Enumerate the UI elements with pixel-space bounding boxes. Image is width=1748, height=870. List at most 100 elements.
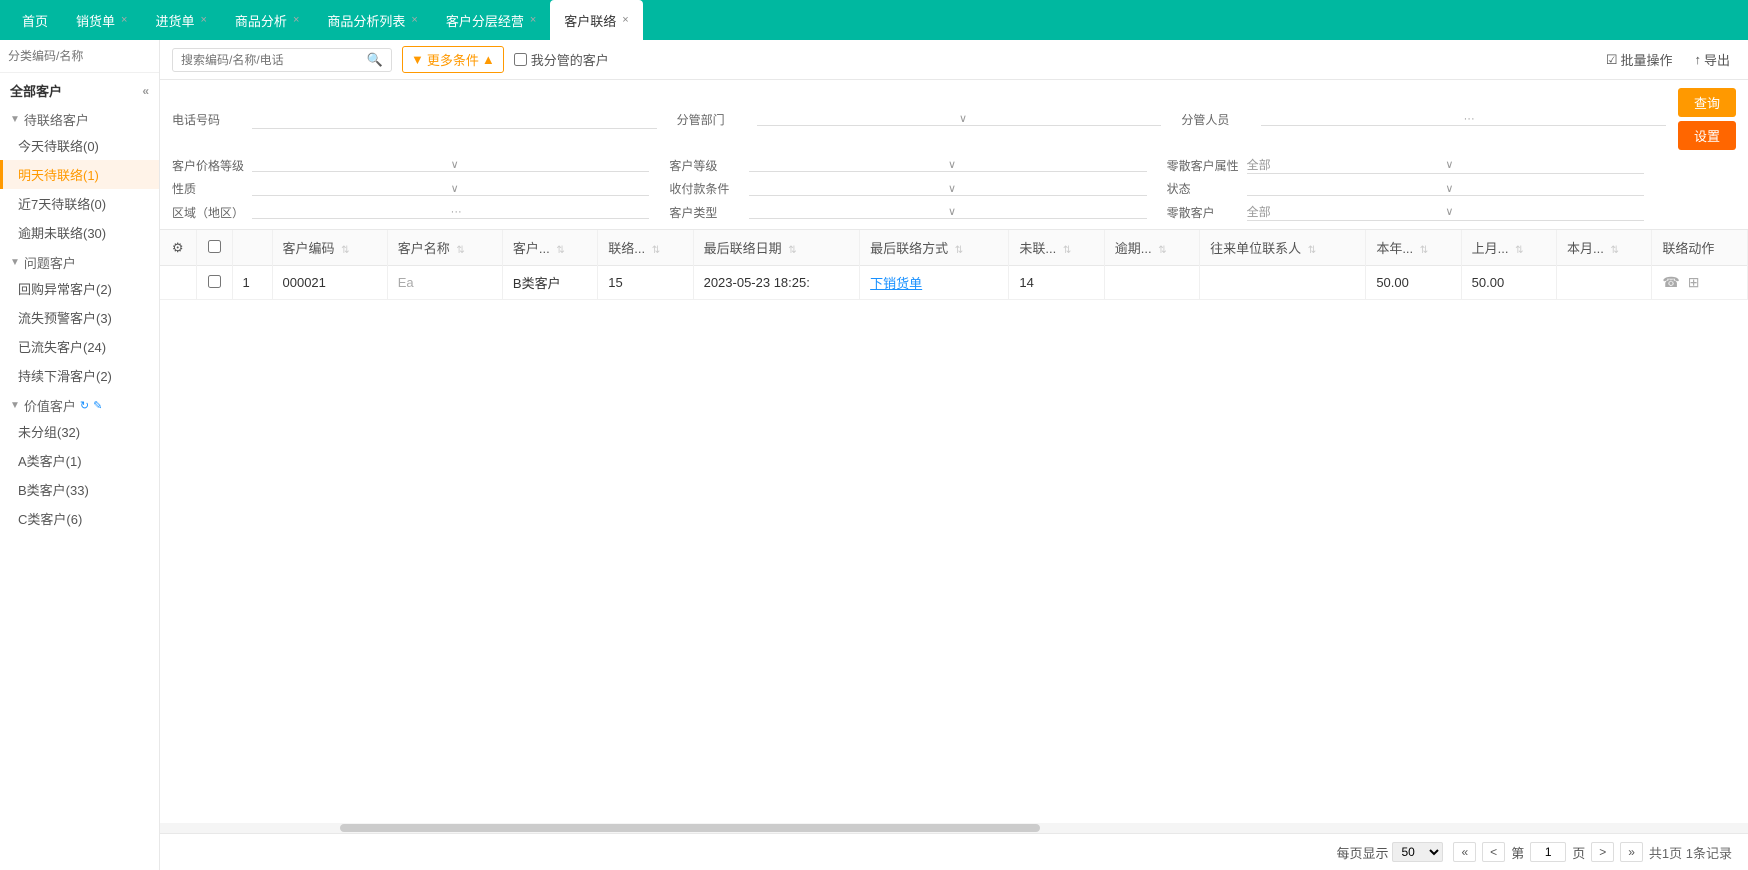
main-layout: 🔍 全部客户 « 待联络客户 今天待联络(0) 明天待联络(1) 近7天待联络(… bbox=[0, 40, 1748, 870]
nav-product-analysis[interactable]: 商品分析 × bbox=[221, 0, 313, 40]
nav-customer-segment[interactable]: 客户分层经营 × bbox=[432, 0, 550, 40]
query-button[interactable]: 查询 bbox=[1678, 88, 1736, 117]
col-name-header[interactable]: 客户名称 ⇅ bbox=[387, 230, 502, 266]
search-input[interactable] bbox=[181, 53, 367, 67]
select-all-checkbox[interactable] bbox=[208, 240, 221, 253]
customer-table: ⚙ 客户编码 ⇅ 客户名称 ⇅ bbox=[160, 230, 1748, 300]
my-customer-checkbox[interactable]: 我分管的客户 bbox=[514, 50, 609, 69]
sidebar-item-class-c[interactable]: C类客户(6) bbox=[0, 504, 159, 533]
sidebar-item-churn-warning[interactable]: 流失预警客户(3) bbox=[0, 303, 159, 332]
settings-button[interactable]: 设置 bbox=[1678, 121, 1736, 150]
row-checkbox[interactable] bbox=[208, 275, 221, 288]
edit-icon[interactable]: ✎ bbox=[93, 399, 102, 412]
batch-operation-button[interactable]: ☑ 批量操作 bbox=[1600, 47, 1679, 72]
nav-home[interactable]: 首页 bbox=[8, 0, 62, 40]
col-customer-type-header[interactable]: 客户... ⇅ bbox=[502, 230, 597, 266]
sidebar-item-repurchase-anomaly[interactable]: 回购异常客户(2) bbox=[0, 274, 159, 303]
horizontal-scrollbar[interactable] bbox=[160, 823, 1748, 833]
close-icon[interactable]: × bbox=[121, 14, 127, 26]
sidebar-item-today-contact[interactable]: 今天待联络(0) bbox=[0, 131, 159, 160]
dept-select[interactable]: ∨ bbox=[757, 112, 1162, 126]
close-icon[interactable]: × bbox=[530, 14, 536, 26]
export-button[interactable]: ↑ 导出 bbox=[1688, 47, 1736, 72]
scrollbar-thumb[interactable] bbox=[340, 824, 1040, 832]
row-uncontacted: 14 bbox=[1009, 266, 1104, 300]
sort-icon: ⇅ bbox=[955, 245, 963, 256]
grid-action-icon[interactable]: ⊞ bbox=[1688, 274, 1700, 291]
col-code-header[interactable]: 客户编码 ⇅ bbox=[272, 230, 387, 266]
close-icon[interactable]: × bbox=[293, 14, 299, 26]
row-name: Ea bbox=[387, 266, 502, 300]
page-number-input[interactable] bbox=[1530, 842, 1566, 862]
nav-product-analysis-list[interactable]: 商品分析列表 × bbox=[313, 0, 431, 40]
contact-method-link[interactable]: 下销货单 bbox=[870, 276, 922, 291]
col-check-header bbox=[196, 230, 232, 266]
sidebar-item-7day-contact[interactable]: 近7天待联络(0) bbox=[0, 189, 159, 218]
last-page-button[interactable]: » bbox=[1620, 842, 1643, 862]
person-select[interactable]: ··· bbox=[1261, 113, 1666, 126]
col-uncontacted-header[interactable]: 未联... ⇅ bbox=[1009, 230, 1104, 266]
chevron-left-icon[interactable]: « bbox=[142, 84, 149, 98]
search-box: 🔍 bbox=[172, 48, 392, 72]
chevron-down-icon: ∨ bbox=[451, 182, 650, 195]
nature-select[interactable]: ∨ bbox=[252, 182, 649, 196]
col-this-month-header[interactable]: 本月... ⇅ bbox=[1557, 230, 1652, 266]
sort-icon: ⇅ bbox=[1308, 245, 1316, 256]
chevron-down-icon: ∨ bbox=[1445, 158, 1644, 171]
customer-level-select[interactable]: ∨ bbox=[749, 158, 1146, 172]
col-unit-contact-header[interactable]: 往来单位联系人 ⇅ bbox=[1200, 230, 1366, 266]
payment-select[interactable]: ∨ bbox=[749, 182, 1146, 196]
sidebar-item-declining[interactable]: 持续下滑客户(2) bbox=[0, 361, 159, 390]
status-select[interactable]: ∨ bbox=[1247, 182, 1644, 196]
close-icon[interactable]: × bbox=[411, 14, 417, 26]
pagination: « < 第 页 > » 共1页 1条记录 bbox=[1453, 842, 1732, 862]
sidebar-item-class-a[interactable]: A类客户(1) bbox=[0, 446, 159, 475]
customer-type-select[interactable]: ∨ bbox=[749, 205, 1146, 219]
col-actions-header: 联络动作 bbox=[1652, 230, 1748, 266]
nav-purchase-order[interactable]: 进货单 × bbox=[141, 0, 220, 40]
page-size-select[interactable]: 50 100 200 bbox=[1392, 842, 1443, 862]
col-overdue-header[interactable]: 逾期... ⇅ bbox=[1104, 230, 1199, 266]
retail-attr-select[interactable]: 全部 ∨ bbox=[1247, 156, 1644, 174]
sidebar-item-overdue-contact[interactable]: 逾期未联络(30) bbox=[0, 218, 159, 247]
sidebar-item-tomorrow-contact[interactable]: 明天待联络(1) bbox=[0, 160, 159, 189]
filter-row-1: 电话号码 分管部门 ∨ 分管人员 ··· bbox=[172, 88, 1736, 150]
sidebar-item-ungrouped[interactable]: 未分组(32) bbox=[0, 417, 159, 446]
next-page-button[interactable]: > bbox=[1591, 842, 1614, 862]
nav-sales-order[interactable]: 销货单 × bbox=[62, 0, 141, 40]
col-contact-header[interactable]: 联络... ⇅ bbox=[598, 230, 693, 266]
table-area: ⚙ 客户编码 ⇅ 客户名称 ⇅ bbox=[160, 230, 1748, 823]
region-select[interactable]: ··· bbox=[252, 206, 649, 219]
close-icon[interactable]: × bbox=[622, 14, 628, 26]
col-last-month-header[interactable]: 上月... ⇅ bbox=[1461, 230, 1556, 266]
row-check bbox=[196, 266, 232, 300]
filter-dept: 分管部门 ∨ bbox=[677, 111, 1162, 128]
prev-page-button[interactable]: < bbox=[1482, 842, 1505, 862]
search-icon[interactable]: 🔍 bbox=[367, 52, 383, 68]
col-this-year-header[interactable]: 本年... ⇅ bbox=[1366, 230, 1461, 266]
sidebar-item-churned[interactable]: 已流失客户(24) bbox=[0, 332, 159, 361]
price-level-select[interactable]: ∨ bbox=[252, 158, 649, 172]
phone-action-icon[interactable]: ☎ bbox=[1662, 274, 1679, 291]
sort-icon: ⇅ bbox=[1610, 245, 1618, 256]
row-code: 000021 bbox=[272, 266, 387, 300]
close-icon[interactable]: × bbox=[200, 14, 206, 26]
refresh-icon[interactable]: ↻ bbox=[80, 399, 89, 412]
nav-customer-contact[interactable]: 客户联络 × bbox=[550, 0, 642, 40]
first-page-button[interactable]: « bbox=[1453, 842, 1476, 862]
sort-icon: ⇅ bbox=[1158, 245, 1166, 256]
sidebar-search-input[interactable] bbox=[8, 49, 160, 63]
col-last-contact-date-header[interactable]: 最后联络日期 ⇅ bbox=[693, 230, 860, 266]
more-filter-button[interactable]: ▼ 更多条件 ▲ bbox=[402, 46, 504, 73]
col-last-contact-method-header[interactable]: 最后联络方式 ⇅ bbox=[860, 230, 1009, 266]
sidebar-group-problem: 问题客户 bbox=[0, 247, 159, 274]
sidebar-item-class-b[interactable]: B类客户(33) bbox=[0, 475, 159, 504]
sidebar-all-customers[interactable]: 全部客户 « bbox=[0, 73, 159, 104]
total-label: 共1页 1条记录 bbox=[1649, 843, 1732, 862]
retail-select[interactable]: 全部 ∨ bbox=[1247, 203, 1644, 221]
my-customer-check-input[interactable] bbox=[514, 53, 527, 66]
gear-icon[interactable]: ⚙ bbox=[172, 240, 184, 255]
chevron-down-icon: ∨ bbox=[948, 205, 1147, 218]
phone-input[interactable] bbox=[252, 110, 657, 129]
row-overdue bbox=[1104, 266, 1199, 300]
